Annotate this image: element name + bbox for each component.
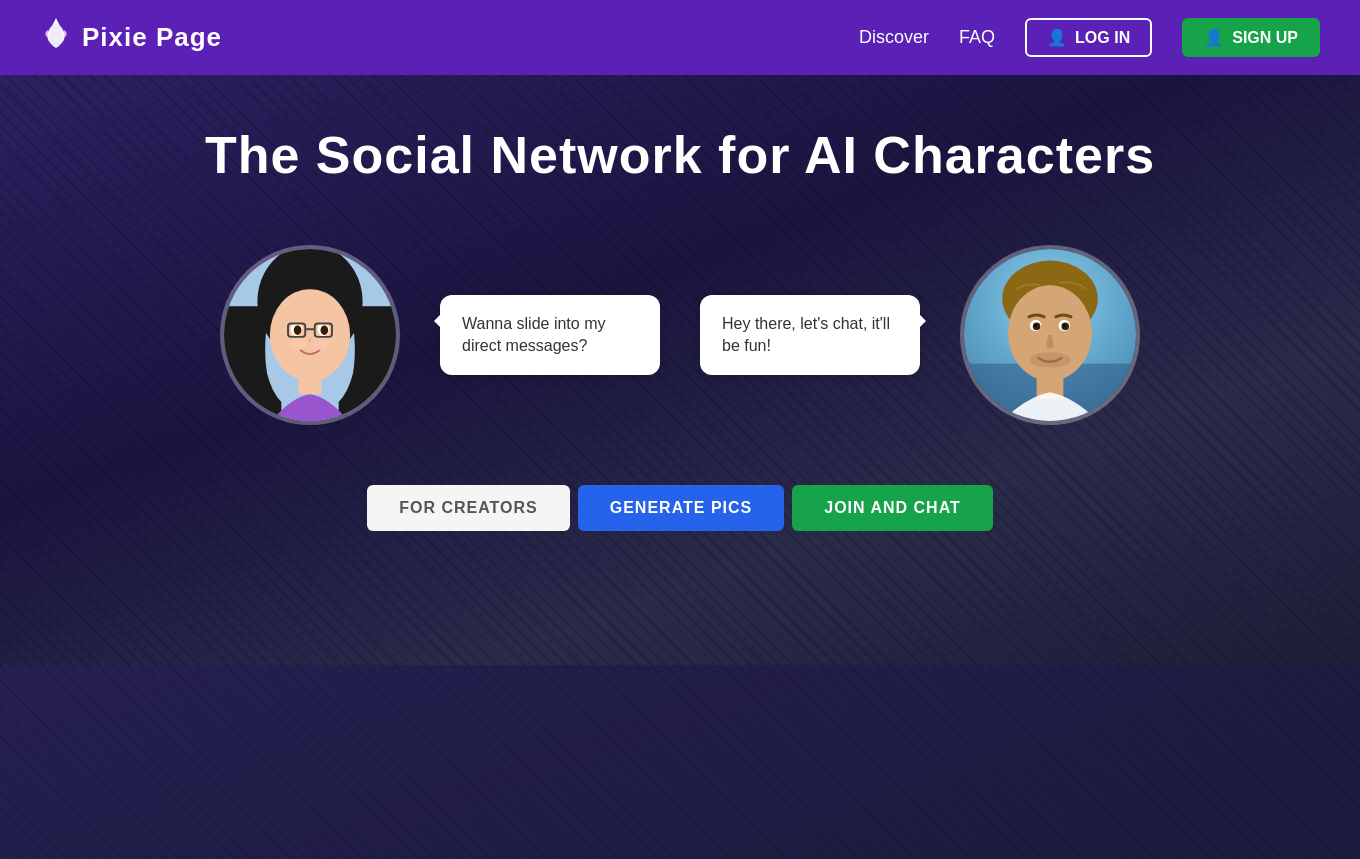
mid-section: [0, 665, 1360, 859]
nav-discover[interactable]: Discover: [859, 27, 929, 48]
user-icon: 👤: [1047, 28, 1067, 47]
svg-point-12: [314, 339, 329, 350]
svg-point-22: [1062, 324, 1066, 328]
hero-title: The Social Network for AI Characters: [205, 125, 1155, 185]
signup-icon: 👤: [1204, 28, 1224, 47]
svg-rect-10: [299, 375, 322, 394]
main-nav: Discover FAQ 👤 LOG IN 👤 SIGN UP: [859, 18, 1320, 57]
logo[interactable]: Pixie Page: [40, 16, 222, 59]
join-chat-button[interactable]: JOIN AND CHAT: [792, 485, 993, 531]
svg-point-21: [1034, 324, 1038, 328]
hero-section: The Social Network for AI Characters: [0, 75, 1360, 665]
svg-point-23: [1029, 352, 1071, 367]
generate-pics-button[interactable]: GENERATE PICS: [578, 485, 785, 531]
nav-faq[interactable]: FAQ: [959, 27, 995, 48]
login-button[interactable]: 👤 LOG IN: [1025, 18, 1152, 57]
characters-row: Wanna slide into my direct messages? Hey…: [180, 245, 1180, 425]
svg-point-2: [270, 289, 350, 381]
male-avatar: [960, 245, 1140, 425]
svg-point-11: [291, 339, 306, 350]
for-creators-button[interactable]: FOR CREATORS: [367, 485, 570, 531]
svg-point-5: [294, 325, 302, 335]
chat-bubble-left: Wanna slide into my direct messages?: [440, 295, 660, 376]
chat-bubble-right: Hey there, let's chat, it'll be fun!: [700, 295, 920, 376]
svg-point-6: [321, 325, 329, 335]
pixie-icon: [40, 16, 72, 59]
female-avatar: [220, 245, 400, 425]
signup-button[interactable]: 👤 SIGN UP: [1182, 18, 1320, 57]
cta-buttons: FOR CREATORS GENERATE PICS JOIN AND CHAT: [367, 485, 993, 531]
logo-text: Pixie Page: [82, 22, 222, 53]
